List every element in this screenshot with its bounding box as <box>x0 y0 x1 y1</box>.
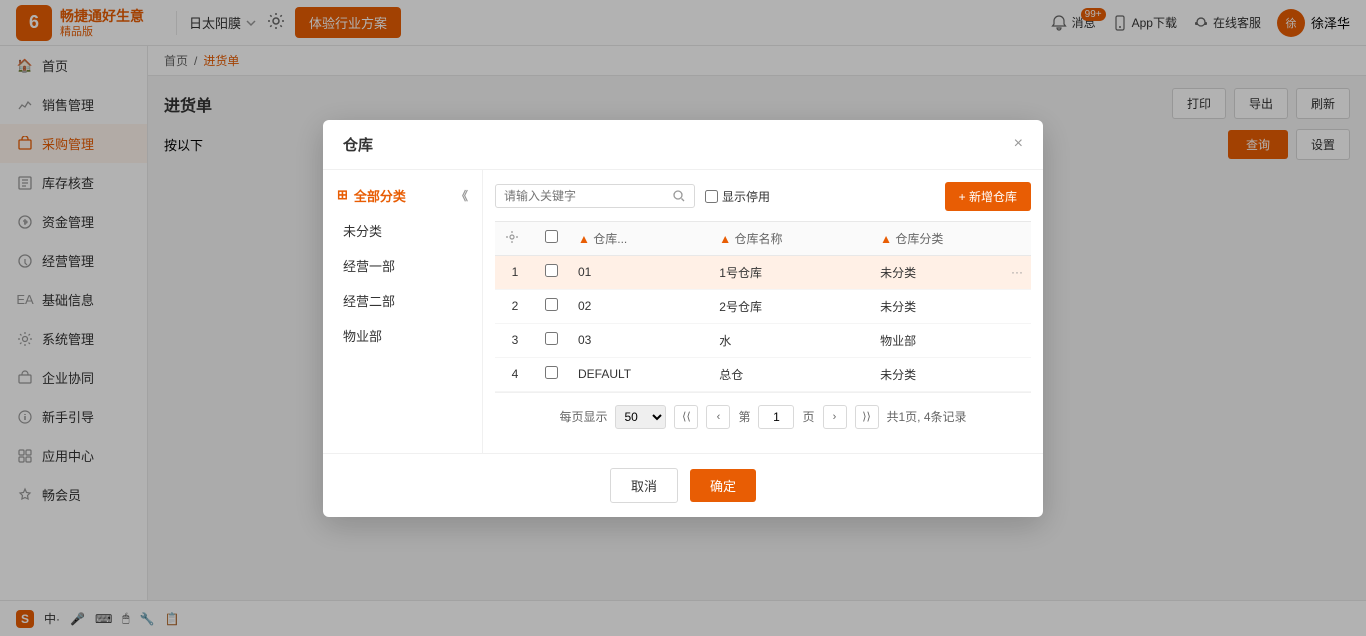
prev-page-btn[interactable]: ‹ <box>706 405 730 429</box>
category-all[interactable]: ⊞ 全部分类 《 <box>323 178 482 213</box>
row-code: 02 <box>568 289 709 323</box>
dialog-close-button[interactable]: × <box>1014 135 1023 153</box>
dialog-header: 仓库 × <box>323 120 1043 170</box>
table-panel: 显示停用 + 新增仓库 <box>483 170 1043 453</box>
dialog-footer: 取消 确定 <box>323 453 1043 517</box>
col-settings <box>495 221 535 255</box>
show-disabled-checkbox[interactable]: 显示停用 <box>705 188 770 205</box>
row-settings: 2 <box>495 289 535 323</box>
table-row[interactable]: 3 03 水 物业部 <box>495 323 1031 357</box>
row-settings: 1 <box>495 255 535 289</box>
modal-overlay[interactable]: 仓库 × ⊞ 全部分类 《 未分类 经营一部 经营二部 <box>0 0 1366 636</box>
table-body: 1 01 1号仓库 未分类··· 2 02 2号仓库 未分类 3 03 水 物业… <box>495 255 1031 391</box>
row-name: 总仓 <box>709 357 870 391</box>
row-checkbox[interactable] <box>535 255 568 289</box>
table-header-row: ▲ 仓库... ▲ 仓库名称 ▲ 仓库分类 <box>495 221 1031 255</box>
row-checkbox[interactable] <box>535 357 568 391</box>
warehouse-dialog: 仓库 × ⊞ 全部分类 《 未分类 经营一部 经营二部 <box>323 120 1043 517</box>
row-settings: 3 <box>495 323 535 357</box>
warehouse-table: ▲ 仓库... ▲ 仓库名称 ▲ 仓库分类 <box>495 221 1031 392</box>
row-category: 未分类 <box>870 357 1031 391</box>
row-category: 未分类 <box>870 289 1031 323</box>
table-row[interactable]: 1 01 1号仓库 未分类··· <box>495 255 1031 289</box>
table-toolbar: 显示停用 + 新增仓库 <box>495 182 1031 211</box>
new-warehouse-button[interactable]: + 新增仓库 <box>945 182 1031 211</box>
search-icon <box>672 189 686 203</box>
col-code: ▲ 仓库... <box>568 221 709 255</box>
confirm-button[interactable]: 确定 <box>690 469 756 502</box>
category-item-property[interactable]: 物业部 <box>323 318 482 353</box>
last-page-btn[interactable]: ⟩⟩ <box>855 405 879 429</box>
row-category: 未分类··· <box>870 255 1031 289</box>
next-page-btn[interactable]: › <box>823 405 847 429</box>
row-checkbox[interactable] <box>535 289 568 323</box>
table-container: ▲ 仓库... ▲ 仓库名称 ▲ 仓库分类 <box>495 221 1031 392</box>
row-code: 03 <box>568 323 709 357</box>
row-name: 水 <box>709 323 870 357</box>
col-checkbox <box>535 221 568 255</box>
pagination: 每页显示 50 100 ⟨⟨ ‹ 第 页 › ⟩⟩ 共1页, 4条记录 <box>495 392 1031 441</box>
row-code: 01 <box>568 255 709 289</box>
row-settings: 4 <box>495 357 535 391</box>
col-name: ▲ 仓库名称 <box>709 221 870 255</box>
row-code: DEFAULT <box>568 357 709 391</box>
category-collapse-btn[interactable]: 《 <box>456 187 468 204</box>
category-panel: ⊞ 全部分类 《 未分类 经营一部 经营二部 物业部 <box>323 170 483 453</box>
search-box <box>495 184 695 208</box>
table-row[interactable]: 2 02 2号仓库 未分类 <box>495 289 1031 323</box>
page-size-select[interactable]: 50 100 <box>615 405 666 429</box>
category-item-dept1[interactable]: 经营一部 <box>323 248 482 283</box>
category-item-unclassified[interactable]: 未分类 <box>323 213 482 248</box>
table-row[interactable]: 4 DEFAULT 总仓 未分类 <box>495 357 1031 391</box>
category-item-dept2[interactable]: 经营二部 <box>323 283 482 318</box>
row-category: 物业部 <box>870 323 1031 357</box>
row-name: 2号仓库 <box>709 289 870 323</box>
cancel-button[interactable]: 取消 <box>610 468 678 503</box>
dialog-title: 仓库 <box>343 134 373 155</box>
row-actions[interactable]: ··· <box>1011 265 1023 279</box>
row-checkbox[interactable] <box>535 323 568 357</box>
first-page-btn[interactable]: ⟨⟨ <box>674 405 698 429</box>
select-all-checkbox[interactable] <box>545 230 558 243</box>
search-input[interactable] <box>504 189 672 203</box>
page-input[interactable] <box>758 405 794 429</box>
col-category: ▲ 仓库分类 <box>870 221 1031 255</box>
row-name: 1号仓库 <box>709 255 870 289</box>
dialog-body: ⊞ 全部分类 《 未分类 经营一部 经营二部 物业部 <box>323 170 1043 453</box>
